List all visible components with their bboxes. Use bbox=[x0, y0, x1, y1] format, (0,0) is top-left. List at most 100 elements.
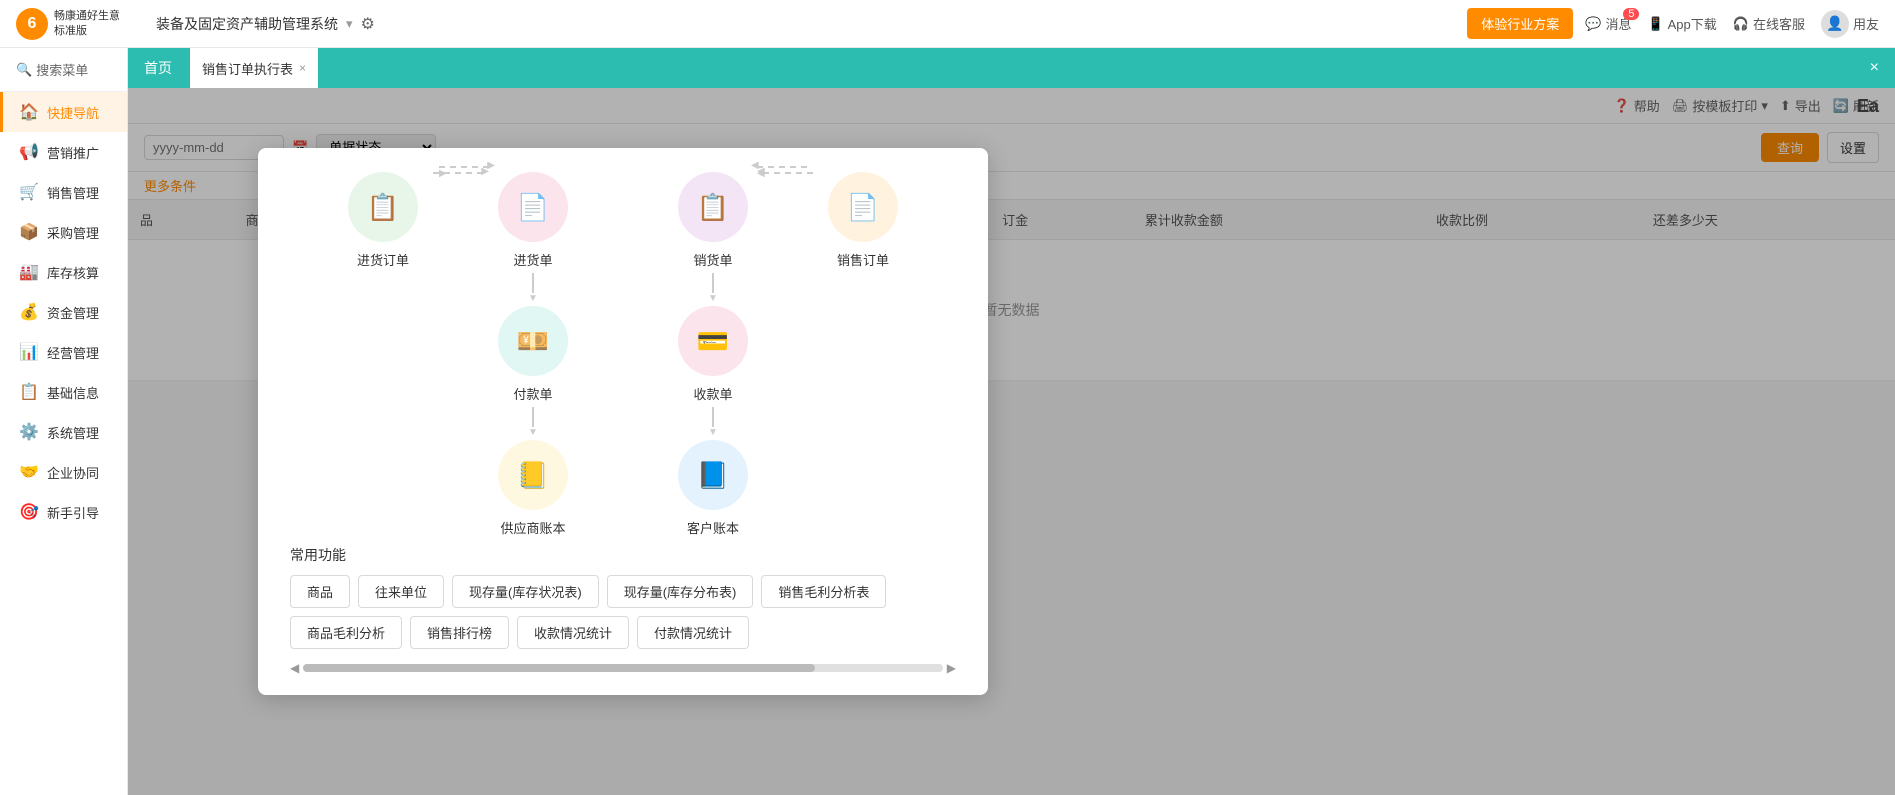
logo-area: 6 畅康通好生意 标准版 bbox=[16, 8, 144, 40]
online-service-item[interactable]: 🎧 在线客服 bbox=[1733, 14, 1805, 33]
user-item[interactable]: 👤 用友 bbox=[1821, 10, 1879, 38]
sidebar-label-finance: 资金管理 bbox=[47, 303, 99, 322]
close-all-icon[interactable]: × bbox=[1854, 59, 1895, 77]
btn-sale-rank[interactable]: 销售排行榜 bbox=[410, 616, 509, 649]
flow-item-purchase-bill[interactable]: 📄 进货单 bbox=[483, 172, 583, 269]
flow-item-customer-account[interactable]: 📘 客户账本 bbox=[663, 440, 763, 537]
scroll-thumb bbox=[303, 664, 815, 672]
common-buttons: 商品 往来单位 现存量(库存状况表) 现存量(库存分布表) 销售毛利分析表 商品… bbox=[290, 575, 956, 649]
avatar: 👤 bbox=[1821, 10, 1849, 38]
arrow-purchase-to-bill: ▶ bbox=[433, 172, 483, 202]
purchase-bill-circle: 📄 bbox=[498, 172, 568, 242]
flow-item-sale-order[interactable]: 📄 销售订单 bbox=[813, 172, 913, 269]
sidebar-label-purchase: 采购管理 bbox=[47, 223, 99, 242]
sidebar-label-operations: 经营管理 bbox=[47, 343, 99, 362]
purchase-order-circle: 📋 bbox=[348, 172, 418, 242]
payment-label: 付款单 bbox=[513, 384, 552, 403]
sidebar-label-newbie: 新手引导 bbox=[47, 503, 99, 522]
sidebar-item-marketing[interactable]: 📢 营销推广 bbox=[0, 132, 127, 172]
logo-text: 畅康通好生意 标准版 bbox=[54, 9, 120, 38]
inventory-icon: 🏭 bbox=[19, 262, 39, 282]
sidebar: 🔍 搜索菜单 🏠 快捷导航 📢 营销推广 🛒 销售管理 📦 采购管理 bbox=[0, 48, 128, 795]
home-icon: 🏠 bbox=[19, 102, 39, 122]
tab-label: 销售订单执行表 bbox=[202, 59, 293, 78]
guide-panel: 📋 进货订单 ▶ 📄 进货单 bbox=[258, 148, 988, 695]
title-dropdown-icon[interactable]: ▾ bbox=[346, 16, 353, 32]
sidebar-item-inventory[interactable]: 🏭 库存核算 bbox=[0, 252, 127, 292]
btn-goods-profit[interactable]: 商品毛利分析 bbox=[290, 616, 402, 649]
sidebar-item-finance[interactable]: 💰 资金管理 bbox=[0, 292, 127, 332]
common-functions-section: 常用功能 商品 往来单位 现存量(库存状况表) 现存量(库存分布表) 销售毛利分… bbox=[290, 545, 956, 649]
sidebar-label-basic-info: 基础信息 bbox=[47, 383, 99, 402]
flow-item-receipt[interactable]: 💳 收款单 bbox=[663, 306, 763, 403]
supplier-account-label: 供应商账本 bbox=[500, 518, 565, 537]
online-service-label: 在线客服 bbox=[1753, 14, 1805, 33]
arrow-sale-order-to-bill: ◀ bbox=[763, 172, 813, 202]
content-body: ❓ 帮助 🖨 按模板打印 ▾ ⬆ 导出 🔄 bbox=[128, 88, 1895, 795]
headset-icon: 🎧 bbox=[1733, 16, 1749, 32]
sidebar-label-inventory: 库存核算 bbox=[47, 263, 99, 282]
sidebar-item-purchase[interactable]: 📦 采购管理 bbox=[0, 212, 127, 252]
purchase-order-label: 进货订单 bbox=[357, 250, 409, 269]
sidebar-label-system: 系统管理 bbox=[47, 423, 99, 442]
user-text-ea: Ea bbox=[1857, 96, 1879, 117]
phone-icon: 📱 bbox=[1647, 16, 1663, 32]
system-title-area: 装备及固定资产辅助管理系统 ▾ ⚙ bbox=[156, 14, 1455, 34]
sidebar-item-operations[interactable]: 📊 经营管理 bbox=[0, 332, 127, 372]
purchase-icon: 📦 bbox=[19, 222, 39, 242]
sidebar-item-sales[interactable]: 🛒 销售管理 bbox=[0, 172, 127, 212]
tab-close-icon[interactable]: × bbox=[299, 61, 306, 75]
receipt-circle: 💳 bbox=[678, 306, 748, 376]
message-badge: 5 bbox=[1623, 8, 1639, 20]
sidebar-item-quick-guide[interactable]: 🏠 快捷导航 bbox=[0, 92, 127, 132]
content-area: 首页 销售订单执行表 × × ❓ 帮助 🖨 bbox=[128, 48, 1895, 795]
basic-info-icon: 📋 bbox=[19, 382, 39, 402]
btn-goods[interactable]: 商品 bbox=[290, 575, 350, 608]
search-icon: 🔍 bbox=[16, 62, 32, 78]
tab-sales-order[interactable]: 销售订单执行表 × bbox=[190, 48, 318, 88]
customer-account-circle: 📘 bbox=[678, 440, 748, 510]
sidebar-item-newbie[interactable]: 🎯 新手引导 bbox=[0, 492, 127, 532]
system-name: 装备及固定资产辅助管理系统 bbox=[156, 14, 338, 34]
message-item[interactable]: 💬 消息 5 bbox=[1585, 14, 1631, 33]
top-right-area: 💬 消息 5 📱 App下载 🎧 在线客服 👤 用友 bbox=[1585, 10, 1879, 38]
flow-item-sale-bill[interactable]: 📋 销货单 bbox=[663, 172, 763, 269]
sidebar-item-system[interactable]: ⚙️ 系统管理 bbox=[0, 412, 127, 452]
sales-icon: 🛒 bbox=[19, 182, 39, 202]
settings-icon[interactable]: ⚙ bbox=[361, 14, 375, 34]
btn-partner[interactable]: 往来单位 bbox=[358, 575, 444, 608]
sale-bill-circle: 📋 bbox=[678, 172, 748, 242]
finance-icon: 💰 bbox=[19, 302, 39, 322]
btn-stock-dist[interactable]: 现存量(库存分布表) bbox=[607, 575, 754, 608]
scroll-left-arrow[interactable]: ◀ bbox=[290, 661, 299, 675]
app-download-item[interactable]: 📱 App下载 bbox=[1647, 14, 1716, 33]
sidebar-item-basic-info[interactable]: 📋 基础信息 bbox=[0, 372, 127, 412]
trial-button[interactable]: 体验行业方案 bbox=[1467, 8, 1573, 39]
scroll-right-arrow[interactable]: ▶ bbox=[947, 661, 956, 675]
flow-item-purchase-order[interactable]: 📋 进货订单 bbox=[333, 172, 433, 269]
btn-stock-status[interactable]: 现存量(库存状况表) bbox=[452, 575, 599, 608]
btn-payment-stat[interactable]: 付款情况统计 bbox=[637, 616, 749, 649]
logo-icon: 6 bbox=[16, 8, 48, 40]
payment-circle: 💴 bbox=[498, 306, 568, 376]
search-menu-label: 搜索菜单 bbox=[36, 60, 88, 79]
btn-receipt-stat[interactable]: 收款情况统计 bbox=[517, 616, 629, 649]
enterprise-icon: 🤝 bbox=[19, 462, 39, 482]
tab-home[interactable]: 首页 bbox=[128, 48, 188, 88]
sidebar-label-enterprise: 企业协同 bbox=[47, 463, 99, 482]
newbie-icon: 🎯 bbox=[19, 502, 39, 522]
flow-item-supplier-account[interactable]: 📒 供应商账本 bbox=[483, 440, 583, 537]
scroll-track[interactable] bbox=[303, 664, 943, 672]
system-icon: ⚙️ bbox=[19, 422, 39, 442]
sale-order-circle: 📄 bbox=[828, 172, 898, 242]
flow-item-payment[interactable]: 💴 付款单 bbox=[483, 306, 583, 403]
btn-sale-profit[interactable]: 销售毛利分析表 bbox=[761, 575, 886, 608]
common-title: 常用功能 bbox=[290, 545, 956, 565]
sale-bill-label: 销货单 bbox=[693, 250, 732, 269]
sidebar-search-area[interactable]: 🔍 搜索菜单 bbox=[0, 48, 127, 92]
customer-account-label: 客户账本 bbox=[687, 518, 739, 537]
app-download-label: App下载 bbox=[1668, 14, 1717, 33]
operations-icon: 📊 bbox=[19, 342, 39, 362]
purchase-bill-label: 进货单 bbox=[513, 250, 552, 269]
sidebar-item-enterprise[interactable]: 🤝 企业协同 bbox=[0, 452, 127, 492]
